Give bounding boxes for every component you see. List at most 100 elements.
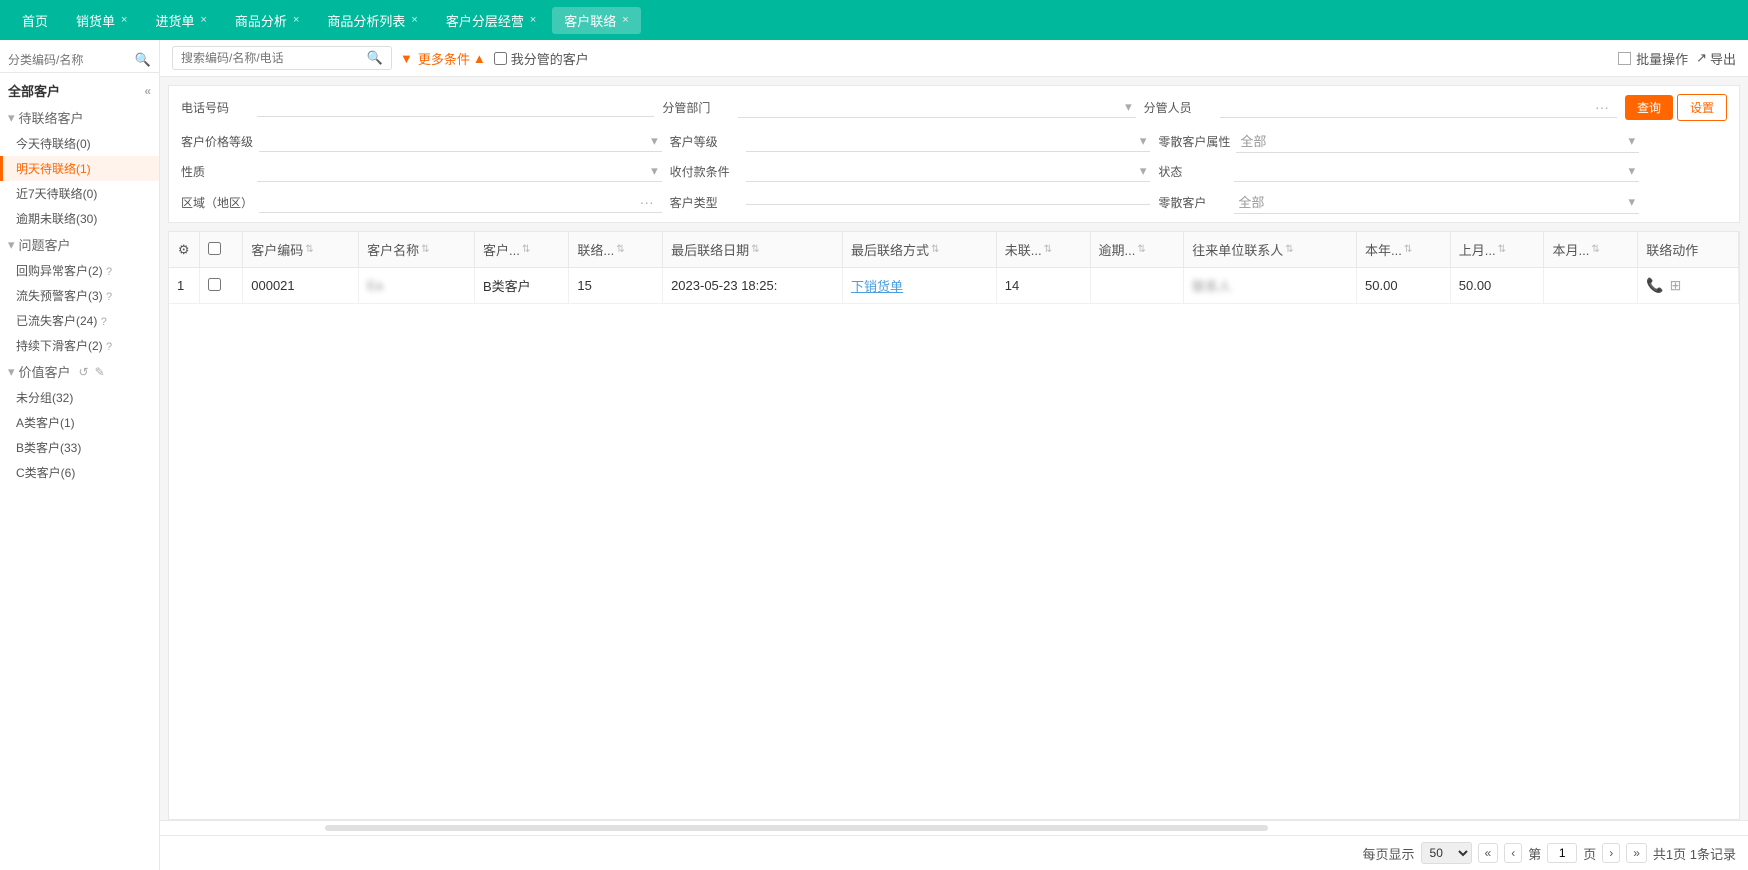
last-method-link[interactable]: 下销货单: [851, 279, 903, 294]
dept-label: 分管部门: [662, 99, 732, 116]
sidebar-lost-customers[interactable]: 已流失客户(24) ?: [0, 308, 159, 333]
nav-purchase[interactable]: 进货单 ×: [143, 7, 218, 34]
th-name-sort: ⇅: [421, 244, 429, 255]
first-page-btn[interactable]: «: [1478, 843, 1499, 863]
group-pending-contact[interactable]: ▾ 待联络客户: [0, 104, 159, 131]
th-action-label: 联络动作: [1646, 243, 1698, 258]
phone-input[interactable]: [257, 98, 654, 117]
th-last-date[interactable]: 最后联络日期 ⇅: [663, 232, 843, 268]
nav-purchase-close[interactable]: ×: [200, 14, 206, 26]
value-edit-icon[interactable]: ✎: [95, 365, 105, 379]
sidebar-today-pending[interactable]: 今天待联络(0): [0, 131, 159, 156]
group-problem-customers[interactable]: ▾ 问题客户: [0, 231, 159, 258]
batch-op-btn[interactable]: 批量操作: [1618, 49, 1688, 68]
th-code[interactable]: 客户编码 ⇅: [243, 232, 359, 268]
prev-page-btn[interactable]: ‹: [1504, 843, 1522, 863]
th-contacts[interactable]: 联络... ⇅: [569, 232, 663, 268]
sidebar-search-icon[interactable]: 🔍: [135, 52, 151, 68]
search-submit-icon[interactable]: 🔍: [367, 50, 383, 66]
horizontal-scrollbar[interactable]: [325, 825, 1268, 831]
sidebar-abnormal-repurchase[interactable]: 回购异常客户(2) ?: [0, 258, 159, 283]
toolbar: 🔍 ▼ 更多条件 ▲ 我分管的客户 批量操作 ↗ 导出: [160, 40, 1748, 77]
payment-chev: ▾: [1140, 163, 1147, 179]
th-unreached[interactable]: 未联... ⇅: [996, 232, 1090, 268]
th-type-sort: ⇅: [522, 244, 530, 255]
sidebar-a-class[interactable]: A类客户(1): [0, 410, 159, 435]
page-number-input[interactable]: [1547, 843, 1577, 863]
sidebar-tomorrow-pending[interactable]: 明天待联络(1): [0, 156, 159, 181]
sidebar-unclassified[interactable]: 未分组(32): [0, 385, 159, 410]
page-size-select[interactable]: 50 100: [1421, 842, 1472, 864]
region-dots[interactable]: ···: [636, 194, 658, 210]
nav-goods-list-close[interactable]: ×: [411, 14, 417, 26]
th-this-year[interactable]: 本年... ⇅: [1357, 232, 1451, 268]
nav-home[interactable]: 首页: [10, 7, 60, 34]
settings-btn[interactable]: 设置: [1677, 94, 1727, 121]
th-checkbox[interactable]: [199, 232, 243, 268]
sidebar-c-class[interactable]: C类客户(6): [0, 460, 159, 485]
th-unit-contact[interactable]: 往来单位联系人 ⇅: [1184, 232, 1357, 268]
status-select[interactable]: ▾: [1234, 161, 1639, 182]
retail-customer-select[interactable]: 全部 ▾: [1234, 190, 1639, 214]
cell-action: 📞 ⊞: [1638, 268, 1739, 304]
action-phone-icon[interactable]: 📞: [1646, 277, 1663, 294]
th-last-month[interactable]: 上月... ⇅: [1450, 232, 1544, 268]
th-overdue[interactable]: 逾期... ⇅: [1090, 232, 1184, 268]
th-type[interactable]: 客户... ⇅: [474, 232, 568, 268]
next-page-btn[interactable]: ›: [1602, 843, 1620, 863]
retail-customer-value: 全部: [1238, 192, 1264, 211]
nav-customer-tier[interactable]: 客户分层经营 ×: [434, 7, 548, 34]
last-page-btn[interactable]: »: [1626, 843, 1647, 863]
nav-goods-list[interactable]: 商品分析列表 ×: [315, 7, 429, 34]
th-unreached-sort: ⇅: [1044, 244, 1052, 255]
scrollbar-area: [160, 820, 1748, 835]
payment-select[interactable]: ▾: [746, 161, 1151, 182]
customer-price-label: 客户价格等级: [181, 133, 253, 150]
gender-select[interactable]: ▾: [257, 161, 662, 182]
customer-level-select[interactable]: ▾: [746, 131, 1151, 152]
cell-last-method[interactable]: 下销货单: [842, 268, 996, 304]
th-type-label: 客户...: [483, 240, 520, 259]
cell-checkbox[interactable]: [199, 268, 243, 304]
value-refresh-icon[interactable]: ↺: [79, 365, 89, 379]
group-value-customers[interactable]: ▾ 价值客户 ↺ ✎: [0, 358, 159, 385]
th-gear[interactable]: ⚙: [169, 232, 199, 268]
my-customers-checkbox[interactable]: [494, 52, 507, 65]
nav-goods-analysis[interactable]: 商品分析 ×: [223, 7, 311, 34]
customer-type-select[interactable]: [746, 200, 1151, 205]
sidebar-overdue-pending[interactable]: 逾期未联络(30): [0, 206, 159, 231]
nav-customer-contact[interactable]: 客户联络 ×: [552, 7, 640, 34]
region-select[interactable]: ···: [259, 192, 662, 213]
filter-manager: 分管人员 ···: [1144, 97, 1617, 118]
all-customers-section[interactable]: 全部客户 «: [0, 77, 159, 104]
action-grid-icon[interactable]: ⊞: [1670, 277, 1682, 294]
sidebar-declining-customers[interactable]: 持续下滑客户(2) ?: [0, 333, 159, 358]
more-conditions-btn[interactable]: ▼ 更多条件 ▲: [400, 49, 486, 68]
sidebar-week-pending[interactable]: 近7天待联络(0): [0, 181, 159, 206]
nav-customer-tier-close[interactable]: ×: [530, 14, 536, 26]
filter-phone: 电话号码: [181, 98, 654, 117]
manager-dots[interactable]: ···: [1591, 99, 1613, 115]
sidebar-lost-warning[interactable]: 流失预警客户(3) ?: [0, 283, 159, 308]
th-name[interactable]: 客户名称 ⇅: [359, 232, 475, 268]
manager-select[interactable]: ···: [1220, 97, 1617, 118]
nav-goods-analysis-close[interactable]: ×: [293, 14, 299, 26]
nav-sales-close[interactable]: ×: [121, 14, 127, 26]
dept-select[interactable]: ▾: [738, 97, 1135, 118]
th-this-month[interactable]: 本月... ⇅: [1544, 232, 1638, 268]
row-checkbox[interactable]: [208, 278, 221, 291]
query-btn[interactable]: 查询: [1625, 95, 1673, 120]
region-label: 区域（地区）: [181, 194, 253, 211]
nav-customer-contact-close[interactable]: ×: [622, 14, 628, 26]
export-btn[interactable]: ↗ 导出: [1696, 49, 1736, 68]
select-all-checkbox[interactable]: [208, 242, 221, 255]
sidebar-search-input[interactable]: [8, 53, 135, 67]
sidebar-collapse-icon[interactable]: «: [144, 84, 151, 98]
nav-sales[interactable]: 销货单 ×: [64, 7, 139, 34]
search-input[interactable]: [181, 51, 367, 65]
cell-name[interactable]: Ea: [359, 268, 475, 304]
retail-attr-select[interactable]: 全部 ▾: [1236, 129, 1639, 153]
th-last-method[interactable]: 最后联络方式 ⇅: [842, 232, 996, 268]
customer-price-select[interactable]: ▾: [259, 131, 662, 152]
sidebar-b-class[interactable]: B类客户(33): [0, 435, 159, 460]
